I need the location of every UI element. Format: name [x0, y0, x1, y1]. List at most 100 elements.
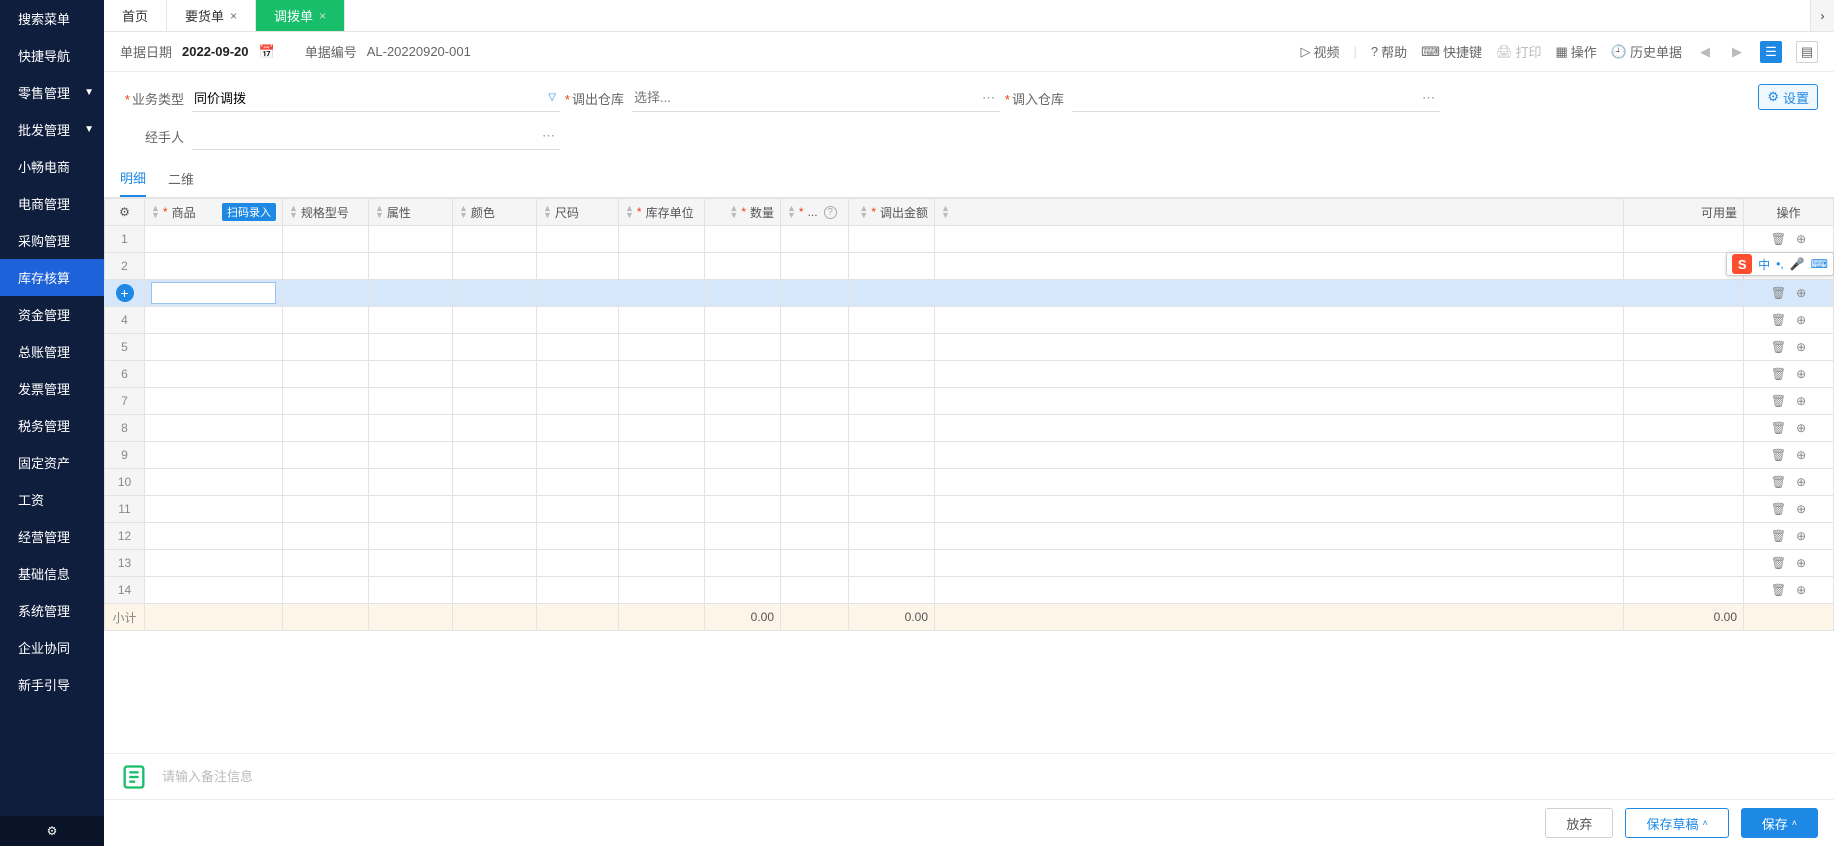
in-warehouse-select[interactable]: ⋯ — [1072, 84, 1440, 112]
save-draft-button[interactable]: 保存草稿˄ — [1625, 808, 1728, 838]
col-spec[interactable]: ▲▼规格型号 — [283, 199, 369, 226]
table-row[interactable]: 4🗑⊕ — [105, 307, 1834, 334]
close-icon[interactable]: × — [319, 9, 326, 23]
prev-doc-button[interactable]: ◀ — [1696, 44, 1714, 60]
copy-row-icon[interactable]: ⊕ — [1796, 583, 1806, 597]
sidebar-item-collab[interactable]: 企业协同 — [0, 629, 104, 666]
delete-row-icon[interactable]: 🗑 — [1771, 421, 1786, 435]
shortcut-link[interactable]: ⌨快捷键 — [1421, 42, 1482, 61]
copy-row-icon[interactable]: ⊕ — [1796, 232, 1806, 246]
sidebar-item-system[interactable]: 系统管理 — [0, 592, 104, 629]
sidebar-item-ledger[interactable]: 总账管理 — [0, 333, 104, 370]
sidebar-item-invoice[interactable]: 发票管理 — [0, 370, 104, 407]
help-link[interactable]: ?帮助 — [1371, 42, 1407, 61]
sidebar-item-business[interactable]: 经营管理 — [0, 518, 104, 555]
col-blank[interactable]: ▲▼ — [935, 199, 1624, 226]
tab-detail[interactable]: 明细 — [120, 168, 146, 197]
sidebar-item-xceshop[interactable]: 小畅电商 — [0, 148, 104, 185]
video-link[interactable]: ▷视频 — [1301, 42, 1340, 61]
delete-row-icon[interactable]: 🗑 — [1771, 340, 1786, 354]
col-color[interactable]: ▲▼颜色 — [453, 199, 537, 226]
close-icon[interactable]: × — [230, 9, 237, 23]
col-size[interactable]: ▲▼尺码 — [537, 199, 619, 226]
delete-row-icon[interactable]: 🗑 — [1771, 448, 1786, 462]
copy-row-icon[interactable]: ⊕ — [1796, 394, 1806, 408]
save-button[interactable]: 保存˄ — [1741, 808, 1818, 838]
more-icon[interactable]: ⋯ — [982, 90, 996, 106]
discard-button[interactable]: 放弃 — [1545, 808, 1613, 838]
more-icon[interactable]: ⋯ — [542, 128, 556, 144]
history-link[interactable]: 🕘历史单据 — [1611, 42, 1682, 61]
copy-row-icon[interactable]: ⊕ — [1796, 475, 1806, 489]
view-card-button[interactable]: ▤ — [1796, 41, 1818, 63]
ime-mode[interactable]: 中 — [1758, 256, 1770, 273]
table-row[interactable]: 11🗑⊕ — [105, 496, 1834, 523]
copy-row-icon[interactable]: ⊕ — [1796, 556, 1806, 570]
table-row[interactable]: 7🗑⊕ — [105, 388, 1834, 415]
sidebar-settings[interactable]: ⚙ — [0, 816, 104, 846]
operate-link[interactable]: ▦操作 — [1555, 42, 1596, 61]
table-row[interactable]: 8🗑⊕ — [105, 415, 1834, 442]
sidebar-item-wholesale[interactable]: 批发管理▼ — [0, 111, 104, 148]
table-row[interactable]: 5🗑⊕ — [105, 334, 1834, 361]
tab-2d[interactable]: 二维 — [168, 169, 194, 196]
product-cell-input[interactable] — [151, 282, 276, 304]
table-row[interactable]: + 🗑 ⊕ — [105, 280, 1834, 307]
table-row[interactable]: 6🗑⊕ — [105, 361, 1834, 388]
copy-row-icon[interactable]: ⊕ — [1796, 367, 1806, 381]
out-warehouse-select[interactable]: ⋯ — [632, 84, 1000, 112]
sidebar-item-inventory[interactable]: 库存核算 — [0, 259, 104, 296]
sidebar-item-funds[interactable]: 资金管理 — [0, 296, 104, 333]
delete-row-icon[interactable]: 🗑 — [1771, 583, 1786, 597]
table-row[interactable]: 1🗑⊕ — [105, 226, 1834, 253]
delete-row-icon[interactable]: 🗑 — [1771, 232, 1786, 246]
tab-requisition[interactable]: 要货单× — [167, 0, 256, 31]
col-product[interactable]: ▲▼*商品扫码录入 — [145, 199, 283, 226]
copy-row-icon[interactable]: ⊕ — [1796, 286, 1806, 300]
delete-row-icon[interactable]: 🗑 — [1771, 502, 1786, 516]
sidebar-item-retail[interactable]: 零售管理▼ — [0, 74, 104, 111]
copy-row-icon[interactable]: ⊕ — [1796, 529, 1806, 543]
col-attr[interactable]: ▲▼属性 — [369, 199, 453, 226]
sidebar-item-quicknav[interactable]: 快捷导航 — [0, 37, 104, 74]
add-row-button[interactable]: + — [116, 284, 134, 302]
table-row[interactable]: 12🗑⊕ — [105, 523, 1834, 550]
copy-row-icon[interactable]: ⊕ — [1796, 313, 1806, 327]
delete-row-icon[interactable]: 🗑 — [1771, 475, 1786, 489]
sidebar-item-purchase[interactable]: 采购管理 — [0, 222, 104, 259]
ime-punct-icon[interactable]: •, — [1776, 257, 1784, 271]
settings-button[interactable]: ⚙设置 — [1758, 84, 1818, 110]
handler-select[interactable]: ⋯ — [192, 122, 560, 150]
col-out-amount[interactable]: ▲▼*调出金额 — [849, 199, 935, 226]
mic-icon[interactable]: 🎤 — [1790, 257, 1805, 271]
sidebar-item-basic[interactable]: 基础信息 — [0, 555, 104, 592]
delete-row-icon[interactable]: 🗑 — [1771, 367, 1786, 381]
table-row[interactable]: 9🗑⊕ — [105, 442, 1834, 469]
col-qty[interactable]: ▲▼*数量 — [705, 199, 781, 226]
table-settings-button[interactable]: ⚙ — [105, 199, 145, 226]
delete-row-icon[interactable]: 🗑 — [1771, 394, 1786, 408]
tab-transfer[interactable]: 调拨单× — [256, 0, 345, 31]
calendar-icon[interactable]: 📅 — [259, 44, 275, 60]
copy-row-icon[interactable]: ⊕ — [1796, 421, 1806, 435]
remark-input[interactable] — [162, 769, 1818, 784]
scan-input-button[interactable]: 扫码录入 — [222, 203, 276, 221]
tab-home[interactable]: 首页 — [104, 0, 167, 31]
ime-toolbar[interactable]: S 中 •, 🎤 ⌨ — [1726, 252, 1834, 276]
more-icon[interactable]: ⋯ — [1422, 90, 1436, 106]
view-list-button[interactable]: ☰ — [1760, 41, 1782, 63]
sidebar-item-tax[interactable]: 税务管理 — [0, 407, 104, 444]
sidebar-item-search[interactable]: 搜索菜单 — [0, 0, 104, 37]
col-unit[interactable]: ▲▼*库存单位 — [619, 199, 705, 226]
col-avail[interactable]: 可用量 — [1624, 199, 1744, 226]
delete-row-icon[interactable]: 🗑 — [1771, 286, 1786, 300]
delete-row-icon[interactable]: 🗑 — [1771, 313, 1786, 327]
copy-row-icon[interactable]: ⊕ — [1796, 448, 1806, 462]
copy-row-icon[interactable]: ⊕ — [1796, 502, 1806, 516]
info-icon[interactable]: ? — [824, 206, 837, 219]
table-row[interactable]: 10🗑⊕ — [105, 469, 1834, 496]
table-row[interactable]: 2🗑⊕ — [105, 253, 1834, 280]
table-row[interactable]: 14🗑⊕ — [105, 577, 1834, 604]
delete-row-icon[interactable]: 🗑 — [1771, 556, 1786, 570]
delete-row-icon[interactable]: 🗑 — [1771, 529, 1786, 543]
